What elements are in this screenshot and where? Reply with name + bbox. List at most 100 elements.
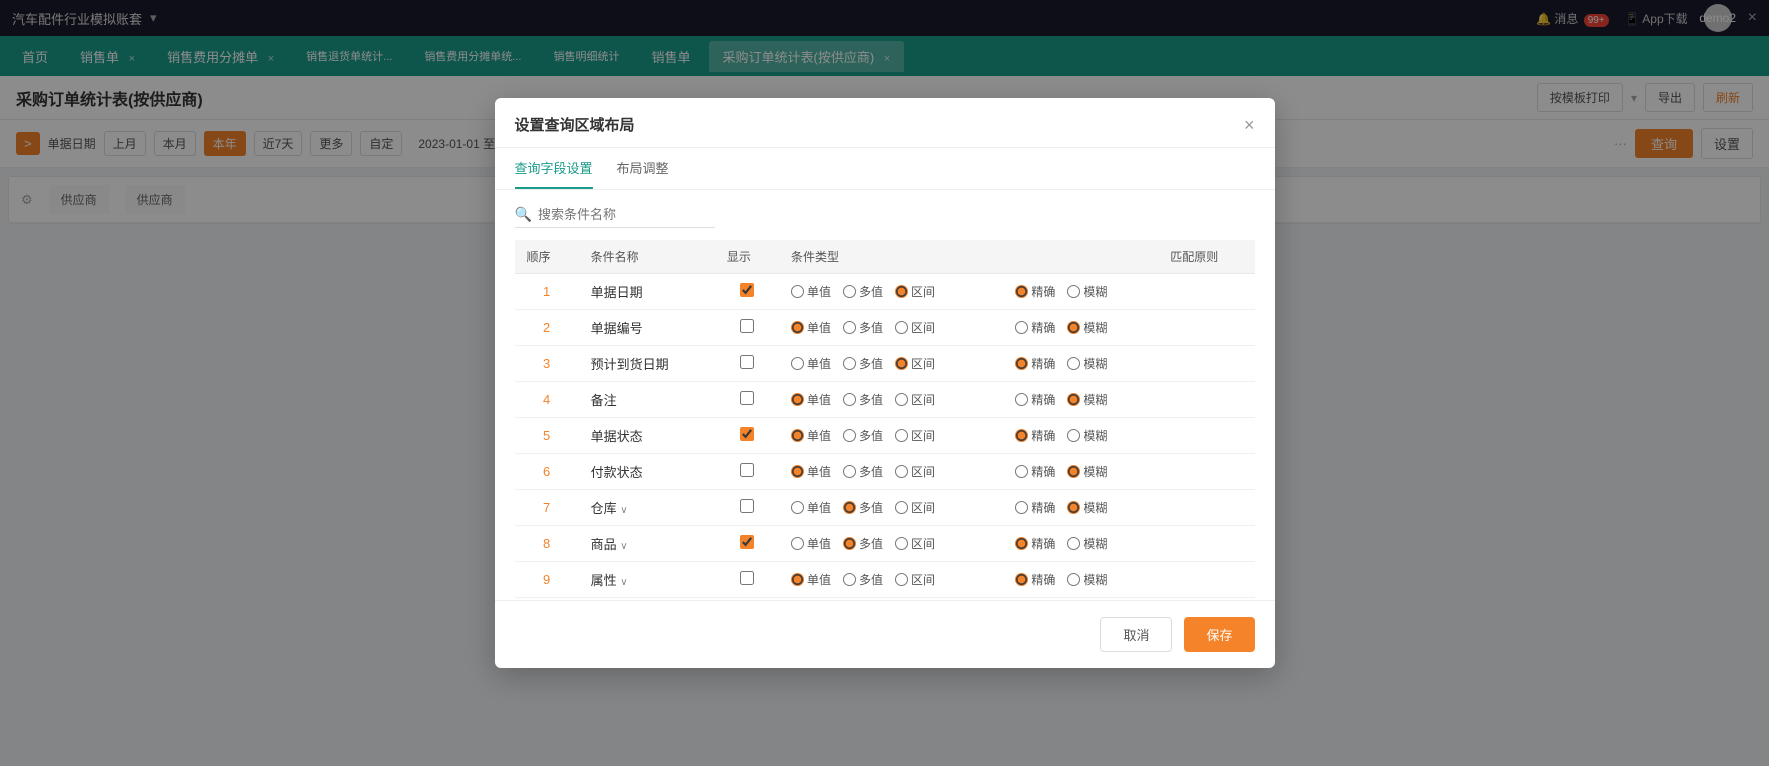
radio-range[interactable]: 区间	[895, 283, 935, 300]
radio-single[interactable]: 单值	[791, 427, 831, 444]
row-dropdown-icon: ∨	[620, 541, 627, 552]
row-type: 单值 多值 区间	[779, 274, 1003, 310]
row-order: 6	[515, 454, 579, 490]
save-button[interactable]: 保存	[1184, 617, 1254, 652]
radio-exact[interactable]: 精确	[1015, 283, 1055, 300]
row-type: 单值 多值 区间	[779, 454, 1003, 490]
radio-exact[interactable]: 精确	[1015, 427, 1055, 444]
radio-exact[interactable]: 精确	[1015, 463, 1055, 480]
radio-exact[interactable]: 精确	[1015, 499, 1055, 516]
th-order: 顺序	[515, 240, 579, 274]
radio-range[interactable]: 区间	[895, 535, 935, 552]
row-type: 单值 多值 区间	[779, 562, 1003, 598]
th-display: 显示	[715, 240, 779, 274]
th-name: 条件名称	[579, 240, 715, 274]
row-display[interactable]	[715, 454, 779, 490]
row-display[interactable]	[715, 382, 779, 418]
radio-multi[interactable]: 多值	[843, 427, 883, 444]
row-match: 精确 模糊	[1003, 346, 1158, 382]
row-match: 精确 模糊	[1003, 526, 1158, 562]
row-type: 单值 多值 区间	[779, 382, 1003, 418]
th-match: 匹配原则	[1158, 240, 1254, 274]
radio-range[interactable]: 区间	[895, 427, 935, 444]
radio-exact[interactable]: 精确	[1015, 571, 1055, 588]
dialog-close-button[interactable]: ×	[1244, 116, 1255, 134]
radio-range[interactable]: 区间	[895, 319, 935, 336]
radio-range[interactable]: 区间	[895, 499, 935, 516]
cancel-button[interactable]: 取消	[1100, 617, 1172, 652]
row-display[interactable]	[715, 526, 779, 562]
radio-single[interactable]: 单值	[791, 499, 831, 516]
dialog-footer: 取消 保存	[495, 600, 1275, 668]
radio-range[interactable]: 区间	[895, 355, 935, 372]
radio-fuzzy[interactable]: 模糊	[1067, 499, 1107, 516]
radio-fuzzy[interactable]: 模糊	[1067, 391, 1107, 408]
row-display[interactable]	[715, 310, 779, 346]
row-dropdown-icon: ∨	[620, 577, 627, 588]
radio-fuzzy[interactable]: 模糊	[1067, 463, 1107, 480]
table-row: 9 属性 ∨ 单值 多值 区间 精确	[515, 562, 1255, 598]
row-match: 精确 模糊	[1003, 490, 1158, 526]
row-display[interactable]	[715, 562, 779, 598]
radio-fuzzy[interactable]: 模糊	[1067, 571, 1107, 588]
radio-fuzzy[interactable]: 模糊	[1067, 319, 1107, 336]
radio-single[interactable]: 单值	[791, 283, 831, 300]
radio-fuzzy[interactable]: 模糊	[1067, 355, 1107, 372]
row-display[interactable]	[715, 490, 779, 526]
row-order: 2	[515, 310, 579, 346]
radio-single[interactable]: 单值	[791, 535, 831, 552]
tab-layout-adjust[interactable]: 布局调整	[617, 148, 669, 189]
table-row: 2 单据编号 单值 多值 区间 精确	[515, 310, 1255, 346]
row-order: 4	[515, 382, 579, 418]
table-row: 6 付款状态 单值 多值 区间 精确	[515, 454, 1255, 490]
tab-query-fields[interactable]: 查询字段设置	[515, 148, 593, 189]
row-display[interactable]	[715, 418, 779, 454]
radio-single[interactable]: 单值	[791, 319, 831, 336]
radio-fuzzy[interactable]: 模糊	[1067, 427, 1107, 444]
radio-single[interactable]: 单值	[791, 391, 831, 408]
row-type: 单值 多值 区间	[779, 310, 1003, 346]
row-type: 单值 多值 区间	[779, 346, 1003, 382]
radio-exact[interactable]: 精确	[1015, 355, 1055, 372]
row-type: 单值 多值 区间	[779, 526, 1003, 562]
radio-range[interactable]: 区间	[895, 571, 935, 588]
radio-single[interactable]: 单值	[791, 571, 831, 588]
row-order: 9	[515, 562, 579, 598]
row-display[interactable]	[715, 274, 779, 310]
row-type: 单值 多值 区间	[779, 418, 1003, 454]
radio-multi[interactable]: 多值	[843, 355, 883, 372]
row-name: 仓库 ∨	[579, 490, 715, 526]
row-match: 精确 模糊	[1003, 274, 1158, 310]
row-name: 预计到货日期	[579, 346, 715, 382]
search-box: 🔍	[515, 202, 715, 228]
radio-fuzzy[interactable]: 模糊	[1067, 535, 1107, 552]
radio-fuzzy[interactable]: 模糊	[1067, 283, 1107, 300]
radio-range[interactable]: 区间	[895, 391, 935, 408]
search-input[interactable]	[538, 207, 698, 222]
radio-multi[interactable]: 多值	[843, 535, 883, 552]
row-type: 单值 多值 区间	[779, 490, 1003, 526]
radio-multi[interactable]: 多值	[843, 463, 883, 480]
radio-multi[interactable]: 多值	[843, 571, 883, 588]
radio-single[interactable]: 单值	[791, 355, 831, 372]
row-order: 7	[515, 490, 579, 526]
radio-single[interactable]: 单值	[791, 463, 831, 480]
radio-multi[interactable]: 多值	[843, 391, 883, 408]
row-display[interactable]	[715, 346, 779, 382]
radio-exact[interactable]: 精确	[1015, 535, 1055, 552]
radio-multi[interactable]: 多值	[843, 283, 883, 300]
table-row: 4 备注 单值 多值 区间 精确	[515, 382, 1255, 418]
radio-range[interactable]: 区间	[895, 463, 935, 480]
dialog-tabs: 查询字段设置 布局调整	[495, 148, 1275, 190]
row-order: 1	[515, 274, 579, 310]
row-name: 单据日期	[579, 274, 715, 310]
radio-exact[interactable]: 精确	[1015, 391, 1055, 408]
radio-multi[interactable]: 多值	[843, 499, 883, 516]
modal-overlay: 设置查询区域布局 × 查询字段设置 布局调整 🔍 顺序 条件名称 显示	[0, 0, 1769, 766]
row-name: 单据编号	[579, 310, 715, 346]
row-name: 单据状态	[579, 418, 715, 454]
radio-exact[interactable]: 精确	[1015, 319, 1055, 336]
table-row: 3 预计到货日期 单值 多值 区间 精确	[515, 346, 1255, 382]
row-name: 备注	[579, 382, 715, 418]
radio-multi[interactable]: 多值	[843, 319, 883, 336]
